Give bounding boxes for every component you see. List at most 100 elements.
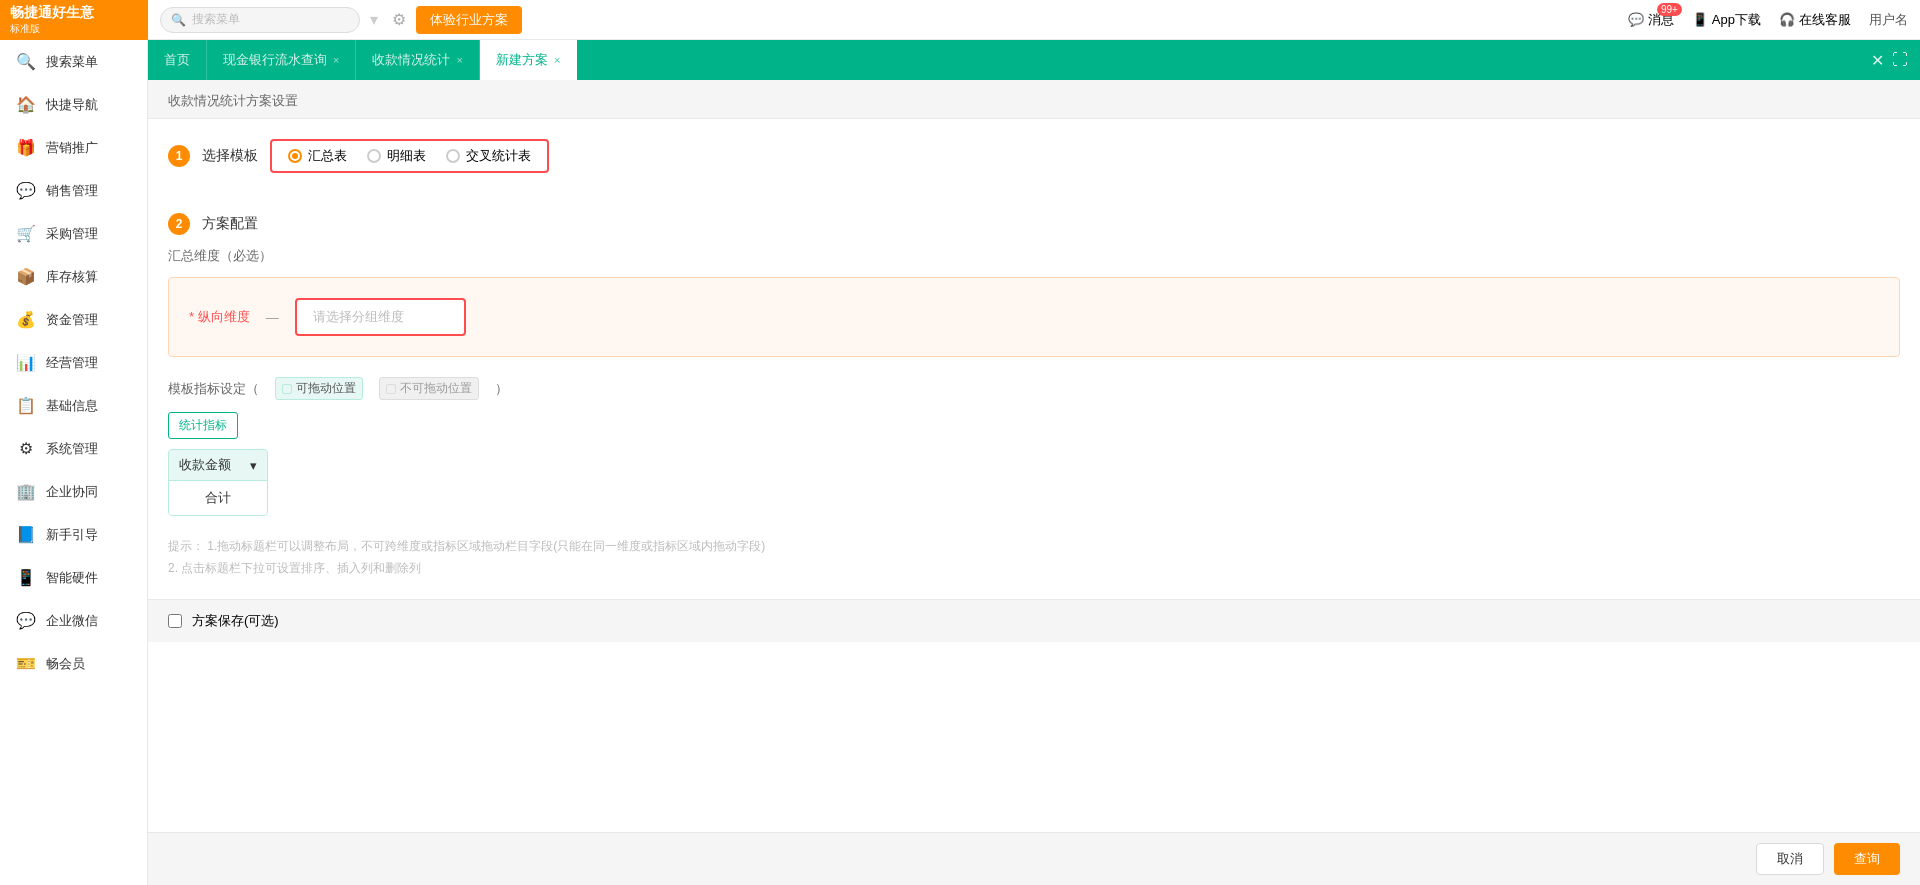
sidebar-icon-smart-hw: 📱 (16, 568, 36, 587)
page-content: 收款情况统计方案设置 1 选择模板 汇总表 (148, 80, 1920, 832)
metric-card-dropdown-icon[interactable]: ▾ (250, 458, 257, 473)
dimension-select[interactable]: 请选择分组维度 (295, 298, 466, 336)
search-bar[interactable]: 🔍 搜索菜单 (160, 7, 360, 33)
edition-label: 标准版 (10, 22, 94, 36)
sidebar-icon-system: ⚙ (16, 439, 36, 458)
hint-2: 2. 点击标题栏下拉可设置排序、插入列和删除列 (168, 558, 1900, 580)
sidebar-label-basic-info: 基础信息 (46, 397, 98, 415)
sidebar-icon-inventory: 📦 (16, 267, 36, 286)
sidebar-item-marketing[interactable]: 🎁 营销推广 (0, 126, 147, 169)
radio-dot-summary (288, 149, 302, 163)
sidebar-label-inventory: 库存核算 (46, 268, 98, 286)
tab-close-collection[interactable]: × (456, 54, 462, 66)
sidebar-item-smart-hw[interactable]: 📱 智能硬件 (0, 556, 147, 599)
query-button[interactable]: 查询 (1834, 843, 1900, 875)
tab-close-new-plan[interactable]: × (554, 54, 560, 66)
sidebar-label-enterprise: 企业协同 (46, 483, 98, 501)
sidebar-item-finance[interactable]: 💰 资金管理 (0, 298, 147, 341)
cancel-button[interactable]: 取消 (1756, 843, 1824, 875)
sidebar-label-member: 畅会员 (46, 655, 85, 673)
sidebar-icon-wechat: 💬 (16, 611, 36, 630)
sidebar-item-sales[interactable]: 💬 销售管理 (0, 169, 147, 212)
service-label: 在线客服 (1799, 11, 1851, 29)
metric-card-body: 合计 (169, 481, 267, 515)
search-dropdown-icon[interactable]: ▾ (370, 10, 378, 29)
sidebar-label-wechat: 企业微信 (46, 612, 98, 630)
tab-home[interactable]: 首页 (148, 40, 207, 80)
download-icon: 📱 (1692, 12, 1708, 27)
sidebar-icon-operations: 📊 (16, 353, 36, 372)
sidebar-item-wechat[interactable]: 💬 企业微信 (0, 599, 147, 642)
tab-label-bank: 现金银行流水查询 (223, 51, 327, 69)
maximize-icon[interactable]: ⛶ (1892, 51, 1908, 69)
sidebar-icon-finance: 💰 (16, 310, 36, 329)
metric-card-title: 收款金额 (179, 456, 231, 474)
radio-detail[interactable]: 明细表 (367, 147, 426, 165)
tab-collection[interactable]: 收款情况统计 × (356, 40, 479, 80)
undraggable-tag: 不可拖动位置 (379, 377, 479, 400)
download-area[interactable]: 📱 App下载 (1692, 11, 1761, 29)
close-window-icon[interactable]: ✕ (1871, 51, 1884, 70)
radio-summary-label: 汇总表 (308, 147, 347, 165)
breadcrumb: 收款情况统计方案设置 (148, 80, 1920, 119)
undraggable-color-dot (386, 384, 396, 394)
content-area: 首页现金银行流水查询 ×收款情况统计 ×新建方案 × ✕ ⛶ 收款情况统计方案设… (148, 40, 1920, 885)
service-area[interactable]: 🎧 在线客服 (1779, 11, 1851, 29)
sidebar-label-sales: 销售管理 (46, 182, 98, 200)
metrics-header-close: ） (495, 380, 508, 398)
sidebar-item-quick-nav[interactable]: 🏠 快捷导航 (0, 83, 147, 126)
radio-detail-label: 明细表 (387, 147, 426, 165)
step2-number: 2 (168, 213, 190, 235)
sidebar-item-operations[interactable]: 📊 经营管理 (0, 341, 147, 384)
service-icon: 🎧 (1779, 12, 1795, 27)
metrics-header: 模板指标设定（ 可拖动位置 不可拖动位置 ） (168, 377, 1900, 400)
download-label: App下载 (1712, 11, 1761, 29)
metrics-config: 模板指标设定（ 可拖动位置 不可拖动位置 ） 统计指标 (168, 377, 1900, 579)
notification-area[interactable]: 💬 消息 99+ (1628, 11, 1674, 29)
radio-group: 汇总表 明细表 交叉统计表 (288, 147, 531, 165)
sidebar-icon-quick-nav: 🏠 (16, 95, 36, 114)
radio-crosstab[interactable]: 交叉统计表 (446, 147, 531, 165)
hint-1: 提示： 1.拖动标题栏可以调整布局，不可跨维度或指标区域拖动栏目字段(只能在同一… (168, 536, 1900, 558)
sidebar-item-search-menu[interactable]: 🔍 搜索菜单 (0, 40, 147, 83)
dimension-area: * 纵向维度 — 请选择分组维度 (168, 277, 1900, 357)
tab-label-collection: 收款情况统计 (372, 51, 450, 69)
search-icon: 🔍 (171, 13, 186, 27)
step2-section: 2 方案配置 (148, 193, 1920, 235)
sidebar-label-finance: 资金管理 (46, 311, 98, 329)
sidebar-icon-purchase: 🛒 (16, 224, 36, 243)
sidebar-label-quick-nav: 快捷导航 (46, 96, 98, 114)
step1-title: 选择模板 (202, 147, 258, 165)
sidebar-item-guide[interactable]: 📘 新手引导 (0, 513, 147, 556)
sidebar-item-system[interactable]: ⚙ 系统管理 (0, 427, 147, 470)
tab-close-bank[interactable]: × (333, 54, 339, 66)
metric-card-header[interactable]: 收款金额 ▾ (169, 450, 267, 481)
save-checkbox[interactable] (168, 614, 182, 628)
draggable-label: 可拖动位置 (296, 380, 356, 397)
radio-summary[interactable]: 汇总表 (288, 147, 347, 165)
step2-block: 2 方案配置 (168, 213, 1900, 235)
sidebar-item-purchase[interactable]: 🛒 采购管理 (0, 212, 147, 255)
user-label[interactable]: 用户名 (1869, 11, 1908, 29)
logo-area: 畅捷通好生意 标准版 (0, 0, 148, 40)
dimension-arrow: — (266, 310, 279, 325)
sidebar-label-guide: 新手引导 (46, 526, 98, 544)
sidebar: 🔍 搜索菜单 🏠 快捷导航 🎁 营销推广 💬 销售管理 🛒 采购管理 📦 库存核… (0, 40, 148, 885)
trial-button[interactable]: 体验行业方案 (416, 6, 522, 34)
tab-label-home: 首页 (164, 51, 190, 69)
sidebar-icon-enterprise: 🏢 (16, 482, 36, 501)
sidebar-item-enterprise[interactable]: 🏢 企业协同 (0, 470, 147, 513)
metrics-section-label: 统计指标 (168, 412, 238, 439)
tab-bank[interactable]: 现金银行流水查询 × (207, 40, 356, 80)
logo-text: 畅捷通好生意 (10, 4, 94, 22)
settings-icon[interactable]: ⚙ (392, 10, 406, 29)
tab-new-plan[interactable]: 新建方案 × (480, 40, 577, 80)
radio-dot-crosstab (446, 149, 460, 163)
sidebar-item-inventory[interactable]: 📦 库存核算 (0, 255, 147, 298)
draggable-color-dot (282, 384, 292, 394)
config-section: 汇总维度（必选） * 纵向维度 — 请选择分组维度 模板指标设定（ (148, 247, 1920, 599)
sidebar-item-basic-info[interactable]: 📋 基础信息 (0, 384, 147, 427)
sidebar-item-member[interactable]: 🎫 畅会员 (0, 642, 147, 685)
sidebar-label-marketing: 营销推广 (46, 139, 98, 157)
sidebar-label-operations: 经营管理 (46, 354, 98, 372)
